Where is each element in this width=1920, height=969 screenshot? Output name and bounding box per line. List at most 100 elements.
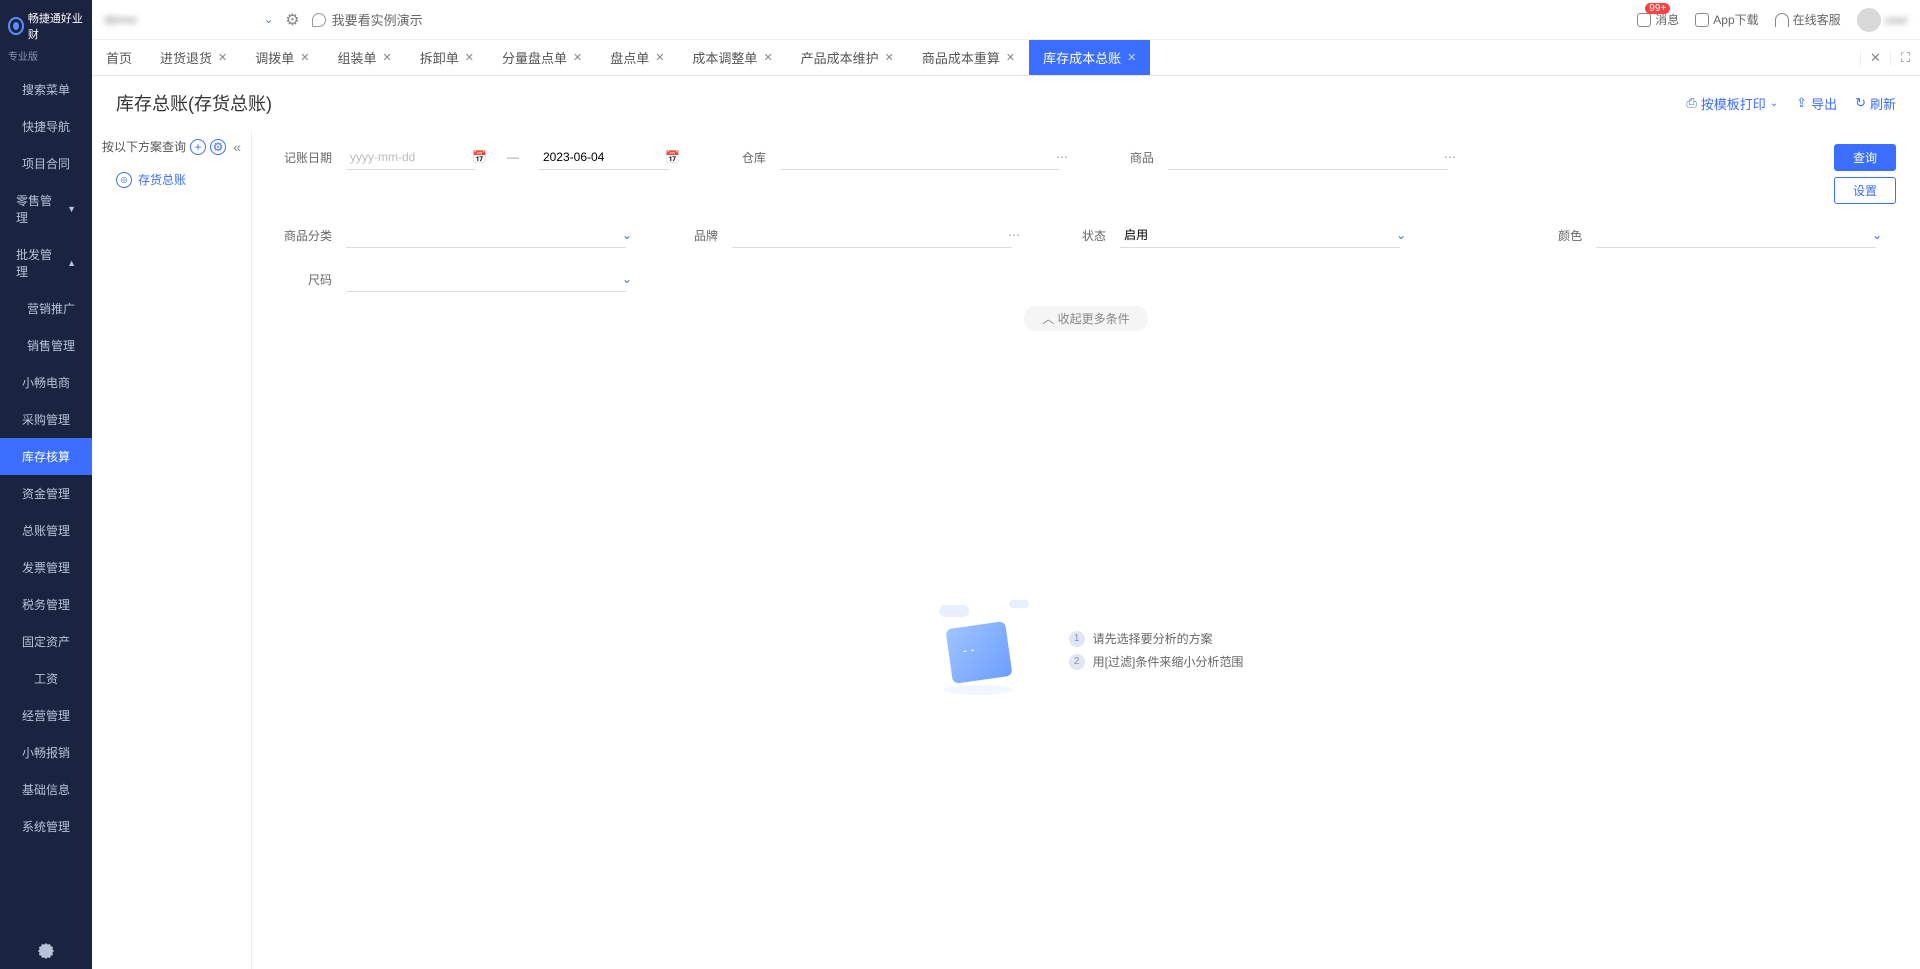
fullscreen-button[interactable]: ⛶ — [1890, 50, 1920, 66]
chevron-down-icon[interactable]: ⌄ — [622, 228, 632, 242]
refresh-button[interactable]: ↻ 刷新 — [1855, 94, 1896, 113]
brand-input[interactable] — [732, 222, 1012, 248]
close-icon[interactable]: ✕ — [655, 51, 664, 64]
tip-row: 1 请先选择要分析的方案 — [1069, 630, 1244, 647]
tab[interactable]: 进货退货✕ — [146, 40, 241, 75]
product-input[interactable] — [1168, 144, 1448, 170]
sidebar-item[interactable]: 发票管理 — [0, 549, 92, 586]
user-menu[interactable]: user — [1857, 8, 1908, 32]
close-icon[interactable]: ✕ — [573, 51, 582, 64]
msg-badge: 99+ — [1645, 3, 1670, 14]
close-icon[interactable]: ✕ — [465, 51, 474, 64]
sidebar-item[interactable]: 基础信息 — [0, 771, 92, 808]
main: ⌄ ⚙ 我要看实例演示 消息 99+ App下载 在线客服 user — [92, 0, 1920, 969]
warehouse-input[interactable] — [780, 144, 1060, 170]
sidebar-item[interactable]: 采购管理 — [0, 401, 92, 438]
color-input[interactable] — [1596, 222, 1876, 248]
sidebar-item[interactable]: 库存核算 — [0, 438, 92, 475]
chevron-down-icon[interactable]: ⌄ — [1396, 228, 1406, 242]
close-icon[interactable]: ✕ — [1127, 51, 1136, 64]
close-icon[interactable]: ✕ — [763, 51, 772, 64]
topbar-right: 消息 99+ App下载 在线客服 user — [1637, 8, 1908, 32]
calendar-icon[interactable]: 📅 — [665, 150, 680, 164]
close-icon[interactable]: ✕ — [885, 51, 894, 64]
sidebar-item[interactable]: 税务管理 — [0, 586, 92, 623]
sidebar-item-label: 库存核算 — [22, 448, 70, 465]
tab[interactable]: 组装单✕ — [323, 40, 405, 75]
username: user — [1885, 13, 1908, 27]
print-button[interactable]: ⎙ 按模板打印 ⌄ — [1686, 94, 1778, 113]
header-actions: ⎙ 按模板打印 ⌄ ⇪ 导出 ↻ 刷新 — [1686, 94, 1896, 113]
export-button[interactable]: ⇪ 导出 — [1796, 94, 1837, 113]
sidebar-item[interactable]: 销售管理 — [0, 327, 92, 364]
tab[interactable]: 产品成本维护✕ — [787, 40, 908, 75]
date-from-input[interactable] — [346, 144, 476, 170]
close-icon[interactable]: ✕ — [300, 51, 309, 64]
query-button[interactable]: 查询 — [1834, 144, 1896, 171]
close-icon[interactable]: ✕ — [1006, 51, 1015, 64]
tab[interactable]: 盘点单 ✕ — [596, 40, 678, 75]
tab[interactable]: 调拨单✕ — [241, 40, 323, 75]
scheme-settings-button[interactable]: ⚙ — [210, 139, 226, 155]
sidebar-item-label: 小畅报销 — [22, 744, 70, 761]
chevron-down-icon: ⌄ — [1770, 98, 1778, 109]
app-download-button[interactable]: App下载 — [1695, 11, 1758, 28]
scheme-item[interactable]: ◎ 存货总账 — [102, 171, 241, 188]
sidebar-item[interactable]: 小畅报销 — [0, 734, 92, 771]
sidebar-item-label: 批发管理 — [16, 246, 63, 280]
content: 按以下方案查询 + ⚙ « ◎ 存货总账 记账日期 📅 — [92, 130, 1920, 969]
category-input[interactable] — [346, 222, 626, 248]
messages-button[interactable]: 消息 99+ — [1637, 11, 1679, 28]
settings-icon[interactable] — [38, 943, 54, 959]
date-to-input[interactable] — [539, 144, 669, 170]
sidebar-item[interactable]: 经营管理 — [0, 697, 92, 734]
sidebar-item[interactable]: 总账管理 — [0, 512, 92, 549]
tab[interactable]: 库存成本总账✕ — [1029, 40, 1150, 75]
tab[interactable]: 首页 — [92, 40, 146, 75]
calendar-icon[interactable]: 📅 — [472, 150, 487, 164]
tab[interactable]: 成本调整单✕ — [678, 40, 786, 75]
sidebar-item[interactable]: 系统管理 — [0, 808, 92, 845]
sidebar-item[interactable]: 快捷导航 — [0, 108, 92, 145]
sidebar-item[interactable]: 项目合同 — [0, 145, 92, 182]
tip-row: 2 用[过滤]条件来缩小分析范围 — [1069, 653, 1244, 670]
tab[interactable]: 商品成本重算✕ — [908, 40, 1029, 75]
size-input[interactable] — [346, 266, 626, 292]
status-field: 状态 ⌄ — [1050, 222, 1406, 248]
scheme-header: 按以下方案查询 + ⚙ « — [102, 138, 241, 155]
org-selector[interactable]: ⌄ — [104, 12, 273, 27]
chevron-down-icon[interactable]: ⌄ — [622, 272, 632, 286]
close-all-button[interactable]: ✕ — [1860, 50, 1890, 66]
org-input[interactable] — [104, 12, 204, 27]
collapse-filters-button[interactable]: ︿ 收起更多条件 — [1024, 306, 1147, 331]
collapse-panel-icon[interactable]: « — [233, 139, 241, 155]
sidebar-item-label: 发票管理 — [22, 559, 70, 576]
customer-service-button[interactable]: 在线客服 — [1775, 11, 1841, 28]
more-icon[interactable]: ⋯ — [1008, 228, 1020, 242]
sidebar-item[interactable]: 营销推广 — [0, 290, 92, 327]
tab-label: 盘点单 — [610, 48, 649, 67]
date-field: 记账日期 📅 — 📅 — [276, 144, 680, 170]
sidebar-item[interactable]: 搜索菜单 — [0, 71, 92, 108]
sidebar-item[interactable]: 小畅电商 — [0, 364, 92, 401]
status-input[interactable] — [1120, 222, 1400, 248]
sidebar-item[interactable]: 零售管理▼ — [0, 182, 92, 236]
close-icon[interactable]: ✕ — [383, 51, 392, 64]
sidebar-item[interactable]: 资金管理 — [0, 475, 92, 512]
message-icon — [1637, 13, 1651, 27]
more-icon[interactable]: ⋯ — [1056, 150, 1068, 164]
more-icon[interactable]: ⋯ — [1444, 150, 1456, 164]
sidebar-item[interactable]: 批发管理▲ — [0, 236, 92, 290]
gear-icon[interactable]: ⚙ — [285, 10, 299, 30]
close-icon[interactable]: ✕ — [218, 51, 227, 64]
add-scheme-button[interactable]: + — [190, 139, 206, 155]
sidebar-item[interactable]: 固定资产 — [0, 623, 92, 660]
tab[interactable]: 拆卸单✕ — [406, 40, 488, 75]
sidebar-item[interactable]: 工资 — [0, 660, 92, 697]
tab[interactable]: 分量盘点单✕ — [488, 40, 596, 75]
status-label: 状态 — [1050, 227, 1106, 244]
demo-link[interactable]: 我要看实例演示 — [312, 10, 423, 29]
settings-button[interactable]: 设置 — [1834, 177, 1896, 204]
chevron-down-icon[interactable]: ⌄ — [1872, 228, 1882, 242]
scheme-icon: ◎ — [116, 172, 132, 188]
